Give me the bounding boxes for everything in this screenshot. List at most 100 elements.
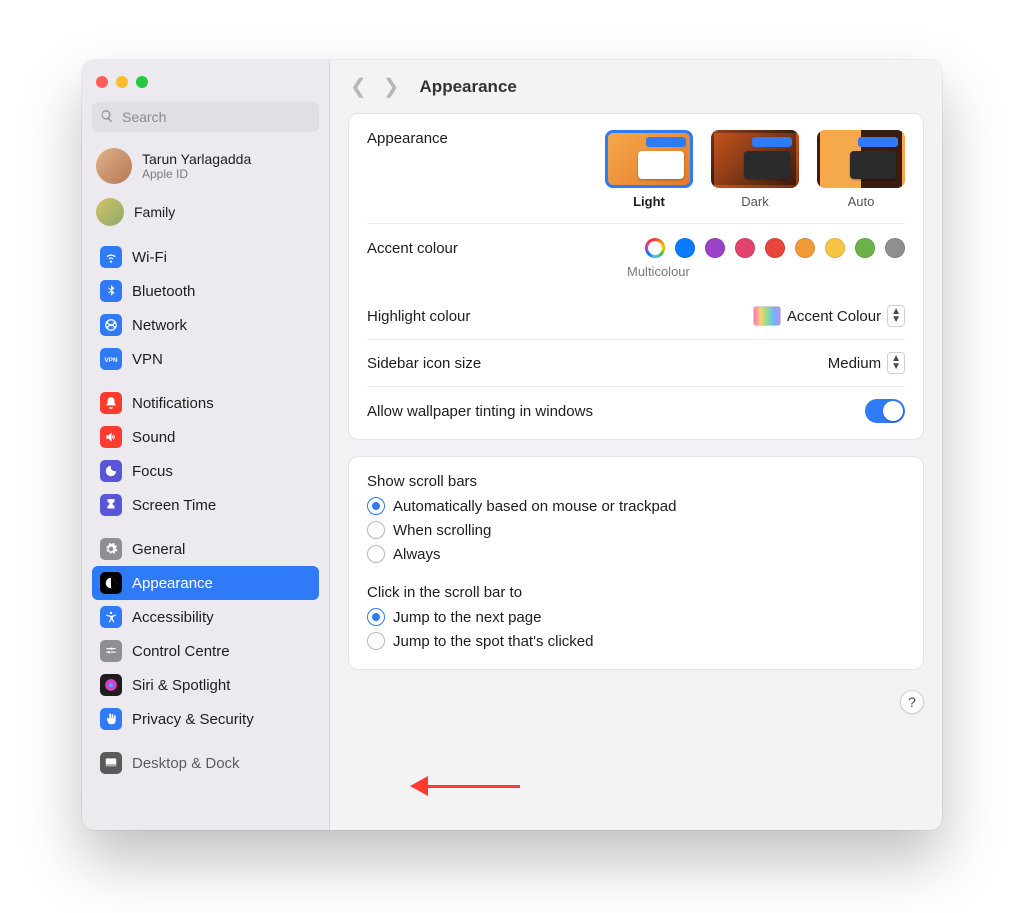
sidebar-size-row: Sidebar icon size Medium ▲▼: [367, 339, 905, 386]
sidebar-item-focus[interactable]: Focus: [92, 454, 319, 488]
sidebar-item-appearance[interactable]: Appearance: [92, 566, 319, 600]
forward-button[interactable]: ❯: [381, 74, 402, 99]
sidebar-item-accessibility[interactable]: Accessibility: [92, 600, 319, 634]
highlight-colour-control[interactable]: Accent Colour ▲▼: [753, 305, 905, 327]
radio-icon: [367, 497, 385, 515]
accent-swatch-2[interactable]: [705, 238, 725, 258]
sidebar-item-control-centre[interactable]: Control Centre: [92, 634, 319, 668]
account-name: Tarun Yarlagadda: [142, 151, 251, 167]
sidebar: Tarun Yarlagadda Apple ID Family Wi-Fi Bl…: [82, 60, 330, 830]
control-icon: [100, 640, 122, 662]
radio-label: Jump to the next page: [393, 609, 541, 626]
highlight-colour-row: Highlight colour Accent Colour ▲▼: [367, 293, 905, 339]
stepper-icon: ▲▼: [887, 352, 905, 374]
family-row[interactable]: Family: [92, 194, 319, 230]
radio-icon: [367, 545, 385, 563]
radio-icon: [367, 521, 385, 539]
accent-caption: Multicolour: [367, 264, 905, 279]
sidebar-item-label: Screen Time: [132, 497, 216, 514]
family-avatar: [96, 198, 124, 226]
sidebar-item-label: General: [132, 541, 185, 558]
appearance-mode-light[interactable]: Light: [605, 130, 693, 209]
appearance-mode-label: Dark: [711, 194, 799, 209]
sidebar-item-label: Wi-Fi: [132, 249, 167, 266]
sound-icon: [100, 426, 122, 448]
close-window-button[interactable]: [96, 76, 108, 88]
sidebar-item-label: VPN: [132, 351, 163, 368]
minimize-window-button[interactable]: [116, 76, 128, 88]
accent-swatch-0[interactable]: [645, 238, 665, 258]
scroll-card: Show scroll bars Automatically based on …: [348, 456, 924, 670]
sidebar-item-desktop-dock[interactable]: Desktop & Dock: [92, 746, 319, 780]
sidebar-item-label: Siri & Spotlight: [132, 677, 230, 694]
hourglass-icon: [100, 494, 122, 516]
scrollbars-option-1[interactable]: When scrolling: [367, 518, 905, 542]
svg-text:VPN: VPN: [104, 357, 118, 364]
appearance-preview-icon: [711, 130, 799, 188]
accent-swatch-5[interactable]: [795, 238, 815, 258]
accent-swatches: [645, 238, 905, 258]
back-button[interactable]: ❮: [348, 74, 369, 99]
network-icon: [100, 314, 122, 336]
click-scroll-group-label: Click in the scroll bar to: [367, 584, 905, 601]
accent-colour-row: Accent colour Multicolour: [367, 223, 905, 293]
bluetooth-icon: [100, 280, 122, 302]
highlight-swatch-icon: [753, 306, 781, 326]
sidebar-item-label: Desktop & Dock: [132, 755, 240, 772]
appearance-mode-auto[interactable]: Auto: [817, 130, 905, 209]
accent-swatch-4[interactable]: [765, 238, 785, 258]
accent-swatch-7[interactable]: [855, 238, 875, 258]
family-label: Family: [134, 204, 175, 220]
sidebar-item-label: Sound: [132, 429, 175, 446]
sidebar-item-label: Focus: [132, 463, 173, 480]
radio-icon: [367, 632, 385, 650]
appearance-icon: [100, 572, 122, 594]
appearance-mode-label: Appearance: [367, 130, 448, 147]
sidebar-item-siri-spotlight[interactable]: Siri & Spotlight: [92, 668, 319, 702]
search-field[interactable]: [92, 102, 319, 132]
sidebar-size-label: Sidebar icon size: [367, 355, 481, 372]
gear-icon: [100, 538, 122, 560]
appearance-mode-row: Appearance Light Dark Auto: [367, 130, 905, 223]
accent-swatch-6[interactable]: [825, 238, 845, 258]
appearance-card: Appearance Light Dark Auto Accent colour M…: [348, 113, 924, 440]
search-input[interactable]: [120, 108, 311, 126]
sidebar-list: Wi-Fi Bluetooth Network VPN VPN Notifications…: [92, 240, 319, 830]
sidebar-item-screen-time[interactable]: Screen Time: [92, 488, 319, 522]
appearance-preview-icon: [605, 130, 693, 188]
appearance-mode-label: Auto: [817, 194, 905, 209]
sidebar-item-notifications[interactable]: Notifications: [92, 386, 319, 420]
search-icon: [100, 109, 114, 126]
sidebar-item-privacy-security[interactable]: Privacy & Security: [92, 702, 319, 736]
sidebar-item-vpn[interactable]: VPN VPN: [92, 342, 319, 376]
apple-id-row[interactable]: Tarun Yarlagadda Apple ID: [92, 144, 319, 188]
sidebar-item-network[interactable]: Network: [92, 308, 319, 342]
accent-swatch-8[interactable]: [885, 238, 905, 258]
zoom-window-button[interactable]: [136, 76, 148, 88]
sidebar-item-wi-fi[interactable]: Wi-Fi: [92, 240, 319, 274]
sidebar-item-sound[interactable]: Sound: [92, 420, 319, 454]
highlight-colour-value: Accent Colour: [787, 308, 881, 325]
sidebar-size-control[interactable]: Medium ▲▼: [828, 352, 905, 374]
accent-swatch-3[interactable]: [735, 238, 755, 258]
sidebar-item-label: Network: [132, 317, 187, 334]
wifi-icon: [100, 246, 122, 268]
avatar: [96, 148, 132, 184]
scrollbars-option-2[interactable]: Always: [367, 542, 905, 566]
sidebar-item-bluetooth[interactable]: Bluetooth: [92, 274, 319, 308]
scrollbars-group-label: Show scroll bars: [367, 473, 905, 490]
wallpaper-tint-label: Allow wallpaper tinting in windows: [367, 403, 593, 420]
sidebar-item-general[interactable]: General: [92, 532, 319, 566]
wallpaper-tint-toggle[interactable]: [865, 399, 905, 423]
click-scroll-option-0[interactable]: Jump to the next page: [367, 605, 905, 629]
help-button[interactable]: ?: [900, 690, 924, 714]
scrollbars-option-0[interactable]: Automatically based on mouse or trackpad: [367, 494, 905, 518]
appearance-mode-dark[interactable]: Dark: [711, 130, 799, 209]
click-scroll-option-1[interactable]: Jump to the spot that's clicked: [367, 629, 905, 653]
topbar: ❮ ❯ Appearance: [348, 74, 924, 99]
radio-label: Always: [393, 546, 441, 563]
page-title: Appearance: [420, 77, 517, 97]
accent-swatch-1[interactable]: [675, 238, 695, 258]
siri-icon: [100, 674, 122, 696]
accent-colour-label: Accent colour: [367, 240, 458, 257]
